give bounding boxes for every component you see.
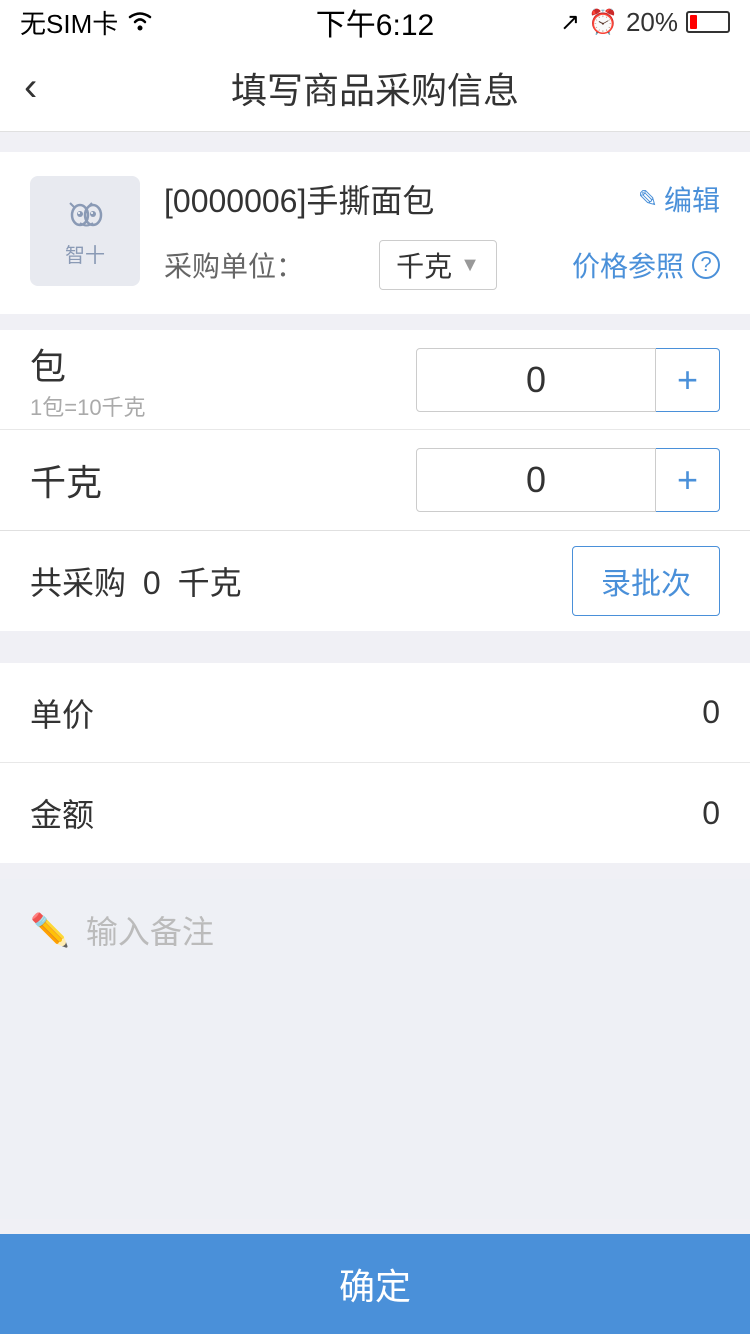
pencil-icon: ✏️: [30, 911, 70, 949]
status-right: ↗ ⏰ 20%: [560, 7, 730, 38]
bao-input-row: 包 1包=10千克 0 +: [0, 330, 750, 430]
location-icon: ↗: [560, 8, 580, 37]
product-info: [0000006]手撕面包 ✎ 编辑 采购单位： 千克 ▼ 价格参照 ?: [164, 176, 720, 290]
section-divider-2: [0, 631, 750, 647]
summary-text: 共采购 0 千克: [30, 558, 242, 604]
kg-input-row: 千克 0 +: [0, 430, 750, 530]
notes-section[interactable]: ✏️ 输入备注: [0, 879, 750, 1219]
notes-placeholder: 输入备注: [86, 907, 214, 953]
battery-percent: 20%: [626, 7, 678, 38]
pricing-section: 单价 0 金额 0: [0, 663, 750, 863]
unit-price-label: 单价: [30, 690, 94, 736]
price-ref-label: 价格参照: [572, 245, 684, 285]
edit-icon: ✎: [638, 185, 658, 214]
amount-label: 金额: [30, 790, 94, 836]
bao-plus-button[interactable]: +: [656, 348, 720, 412]
summary-label: 共采购: [30, 565, 126, 601]
confirm-label: 确定: [339, 1258, 411, 1310]
bao-sub-label: 1包=10千克: [30, 390, 146, 422]
bao-value: 0: [526, 359, 546, 401]
help-circle-icon: ?: [692, 251, 720, 279]
bao-input[interactable]: 0: [416, 348, 656, 412]
price-ref-button[interactable]: 价格参照 ?: [572, 245, 720, 285]
carrier-text: 无SIM卡: [20, 4, 118, 41]
product-logo-text: 智十: [65, 239, 105, 268]
input-section: 包 1包=10千克 0 + 千克 0 +: [0, 330, 750, 530]
status-left: 无SIM卡: [20, 4, 154, 41]
kg-label: 千克: [30, 454, 102, 506]
alarm-icon: ⏰: [588, 8, 618, 37]
status-bar: 无SIM卡 下午6:12 ↗ ⏰ 20%: [0, 0, 750, 44]
amount-value: 0: [702, 795, 720, 832]
unit-price-row: 单价 0: [0, 663, 750, 763]
wifi-icon: [126, 7, 154, 38]
nav-bar: ‹ 填写商品采购信息: [0, 44, 750, 132]
summary-unit: 千克: [178, 565, 242, 601]
summary-amount: 0: [143, 565, 161, 601]
battery-icon: [686, 11, 730, 33]
product-image: 智十: [30, 176, 140, 286]
product-logo-icon: [60, 195, 110, 235]
unit-label: 采购单位：: [164, 245, 304, 285]
back-button[interactable]: ‹: [24, 65, 37, 110]
unit-price-value: 0: [702, 694, 720, 731]
summary-row: 共采购 0 千克 录批次: [0, 531, 750, 631]
bao-label: 包: [30, 338, 146, 390]
batch-button[interactable]: 录批次: [572, 546, 720, 616]
section-divider-1: [0, 314, 750, 330]
unit-selector[interactable]: 千克 ▼: [379, 240, 497, 290]
page-title: 填写商品采购信息: [231, 62, 519, 114]
product-card: 智十 [0000006]手撕面包 ✎ 编辑 采购单位： 千克 ▼ 价格参照 ?: [0, 152, 750, 314]
kg-value: 0: [526, 459, 546, 501]
dropdown-arrow-icon: ▼: [460, 254, 480, 277]
edit-button[interactable]: ✎ 编辑: [638, 179, 720, 219]
status-time: 下午6:12: [316, 0, 434, 44]
kg-plus-button[interactable]: +: [656, 448, 720, 512]
confirm-button[interactable]: 确定: [0, 1234, 750, 1334]
amount-row: 金额 0: [0, 763, 750, 863]
edit-label: 编辑: [664, 179, 720, 219]
kg-input[interactable]: 0: [416, 448, 656, 512]
product-name: [0000006]手撕面包: [164, 176, 434, 222]
unit-value: 千克: [396, 245, 452, 285]
